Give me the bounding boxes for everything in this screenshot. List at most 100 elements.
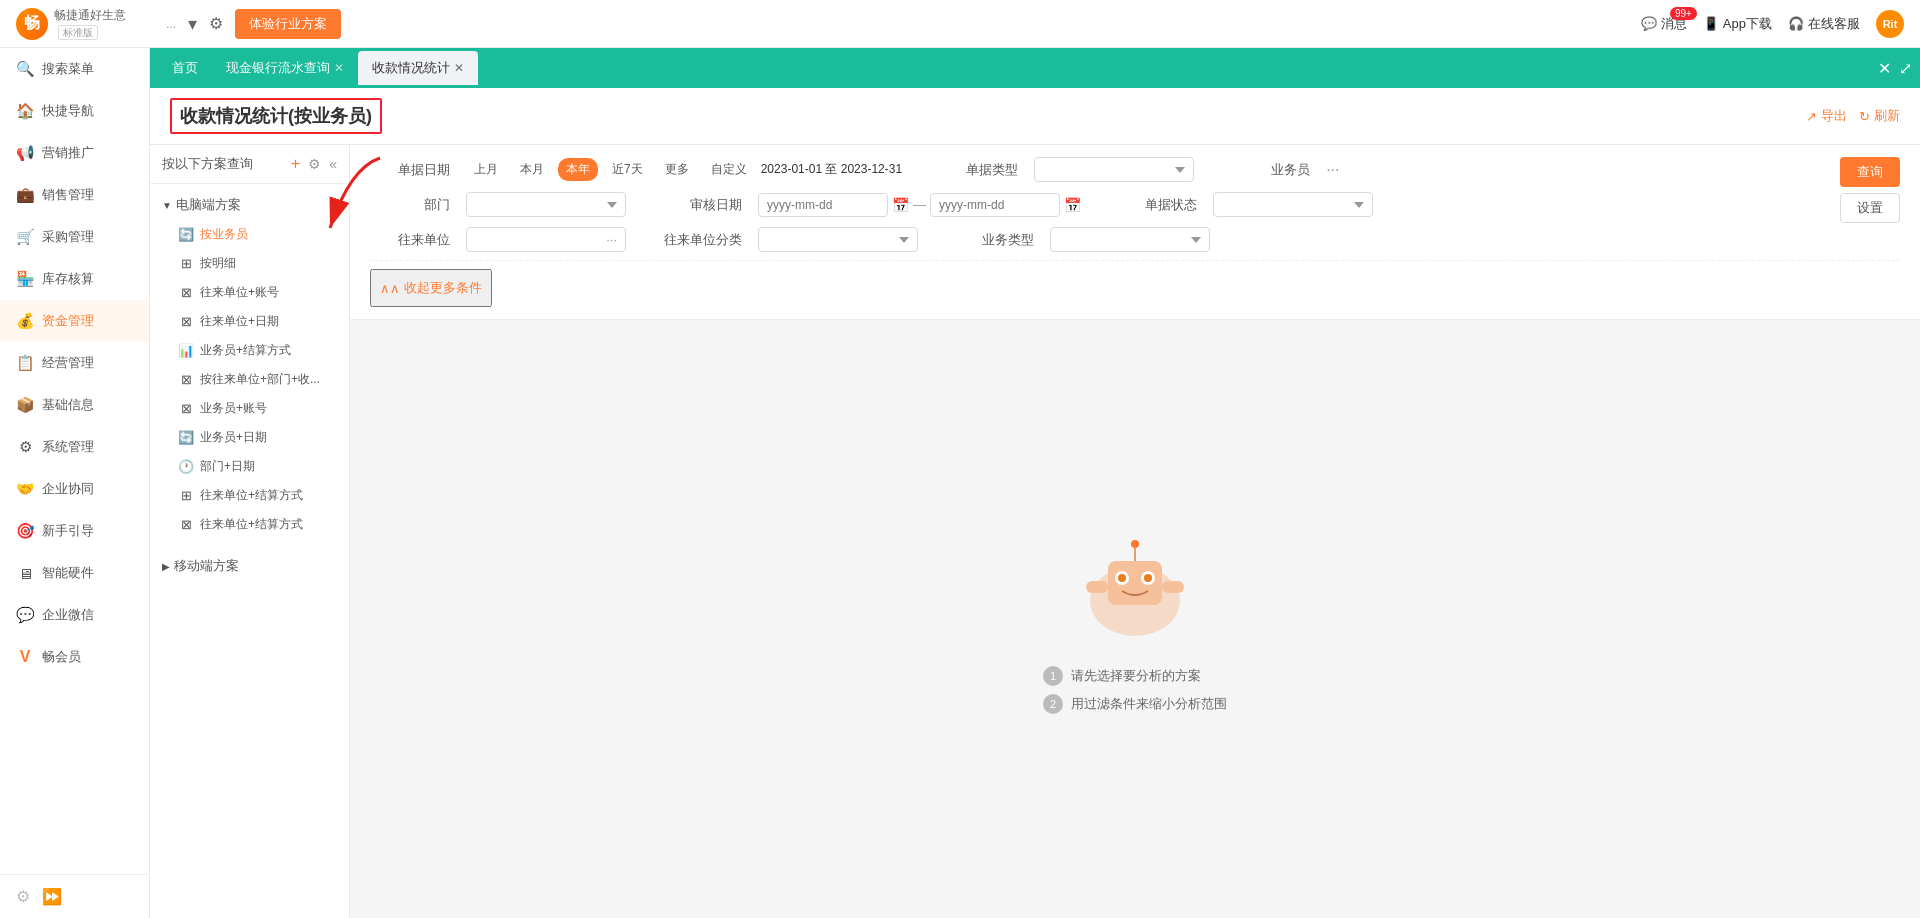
marketing-icon: 📢 [16,144,34,162]
scheme-item-label: 业务员+结算方式 [200,342,291,359]
scheme-icon: 🔄 [178,430,194,446]
header-middle: ... ▾ ⚙ 体验行业方案 [166,9,1641,39]
audit-date-label: 审核日期 [662,196,742,214]
header-dropdown-btn[interactable]: ▾ [188,13,197,35]
app-download-btn[interactable]: 📱 App下载 [1703,15,1772,33]
scheme-item-6[interactable]: ⊠ 业务员+账号 [150,394,349,423]
tab-close-all-btn[interactable]: ✕ [1878,59,1891,78]
filter-settings-btn[interactable]: 设置 [1840,193,1900,223]
counterpart-more-btn[interactable]: ··· [606,232,617,247]
scheme-item-label: 部门+日期 [200,458,255,475]
scheme-item-label: 往来单位+日期 [200,313,279,330]
dept-select[interactable] [466,192,626,217]
scheme-item-1[interactable]: ⊞ 按明细 [150,249,349,278]
sidebar-item-guide[interactable]: 🎯 新手引导 [0,510,149,552]
voucher-type-select[interactable] [1034,157,1194,182]
scheme-item-label: 业务员+账号 [200,400,267,417]
date-btn-this-year[interactable]: 本年 [558,158,598,181]
inventory-icon: 🏪 [16,270,34,288]
sidebar-item-member[interactable]: V 畅会员 [0,636,149,678]
sidebar-item-inventory[interactable]: 🏪 库存核算 [0,258,149,300]
date-btn-7days[interactable]: 近7天 [604,158,651,181]
date-btn-this-month[interactable]: 本月 [512,158,552,181]
tab-home[interactable]: 首页 [158,51,212,85]
sidebar-item-finance[interactable]: 💰 资金管理 [0,300,149,342]
scheme-settings-btn[interactable]: ⚙ [308,156,321,172]
biz-type-select[interactable] [1050,227,1210,252]
svg-point-5 [1144,574,1152,582]
panel-collapse-btn[interactable]: « [329,156,337,172]
scheme-item-2[interactable]: ⊠ 往来单位+账号 [150,278,349,307]
export-btn[interactable]: ↗ 导出 [1806,107,1847,125]
voucher-status-select[interactable] [1213,192,1373,217]
voucher-status-label: 单据状态 [1117,196,1197,214]
counterpart-category-select[interactable] [758,227,918,252]
sidebar-item-sales[interactable]: 💼 销售管理 [0,174,149,216]
scheme-item-7[interactable]: 🔄 业务员+日期 [150,423,349,452]
sidebar-item-enterprise[interactable]: 🤝 企业协同 [0,468,149,510]
scheme-item-8[interactable]: 🕐 部门+日期 [150,452,349,481]
scheme-item-5[interactable]: ⊠ 按往来单位+部门+收... [150,365,349,394]
tab-fullscreen-btn[interactable]: ⤢ [1899,59,1912,78]
sidebar-item-system[interactable]: ⚙ 系统管理 [0,426,149,468]
scheme-icon: 🔄 [178,227,194,243]
date-label: 单据日期 [370,161,450,179]
step-text-1: 请先选择要分析的方案 [1071,667,1201,685]
audit-date-from[interactable] [758,193,888,217]
date-btn-last-month[interactable]: 上月 [466,158,506,181]
guide-icon: 🎯 [16,522,34,540]
date-range-text: 2023-01-01 至 2023-12-31 [761,161,902,178]
scheme-item-0[interactable]: 🔄 按业务员 [150,220,349,249]
calendar-icon-from[interactable]: 📅 [892,197,909,213]
scheme-icon: ⊠ [178,401,194,417]
sidebar-item-operations[interactable]: 📋 经营管理 [0,342,149,384]
date-btn-more[interactable]: 更多 [657,158,697,181]
mobile-scheme-title[interactable]: ▶ 移动端方案 [150,551,349,581]
service-icon: 🎧 [1788,16,1804,31]
audit-date-to[interactable] [930,193,1060,217]
sidebar-bottom: ⚙ ⏩ [0,874,149,918]
empty-illustration [1070,516,1200,646]
sidebar-item-label: 库存核算 [42,270,94,288]
tab-close-receipt[interactable]: ✕ [454,61,464,75]
sidebar-item-purchase[interactable]: 🛒 采购管理 [0,216,149,258]
desktop-scheme-title[interactable]: ▼ 电脑端方案 [150,190,349,220]
query-btn[interactable]: 查询 [1840,157,1900,187]
sidebar-item-wechat[interactable]: 💬 企业微信 [0,594,149,636]
notification-btn[interactable]: 💬 消息 99+ [1641,15,1687,33]
collapse-conditions-btn[interactable]: ∧∧ 收起更多条件 [370,269,492,307]
salesperson-more-btn[interactable]: ··· [1326,161,1339,179]
customer-service-btn[interactable]: 🎧 在线客服 [1788,15,1860,33]
action-buttons: 查询 设置 [1840,157,1900,223]
date-btn-custom[interactable]: 自定义 [703,158,755,181]
expand-arrow: ▼ [162,200,172,211]
sidebar-item-hardware[interactable]: 🖥 智能硬件 [0,552,149,594]
top-header: 畅 畅捷通好生意 标准版 ... ▾ ⚙ 体验行业方案 💬 消息 99+ 📱 A… [0,0,1920,48]
sidebar-item-basics[interactable]: 📦 基础信息 [0,384,149,426]
calendar-icon-to[interactable]: 📅 [1064,197,1081,213]
scheme-item-3[interactable]: ⊠ 往来单位+日期 [150,307,349,336]
header-settings-btn[interactable]: ⚙ [209,14,223,33]
sidebar-item-label: 经营管理 [42,354,94,372]
scheme-item-10[interactable]: ⊠ 往来单位+结算方式 [150,510,349,539]
sidebar-settings-btn[interactable]: ⚙ [16,887,30,906]
right-panel: 单据日期 上月 本月 本年 近7天 更多 自定义 2023-01-01 至 20… [350,145,1920,918]
desktop-scheme-group: ▼ 电脑端方案 🔄 按业务员 ⊞ 按明细 ⊠ 往来单位+账号 [150,184,349,545]
sidebar-item-search[interactable]: 🔍 搜索菜单 [0,48,149,90]
export-icon: ↗ [1806,109,1817,124]
sidebar-item-navigation[interactable]: 🏠 快捷导航 [0,90,149,132]
sidebar-item-label: 系统管理 [42,438,94,456]
tab-bank-flow[interactable]: 现金银行流水查询 ✕ [212,51,358,85]
refresh-btn[interactable]: ↻ 刷新 [1859,107,1900,125]
sidebar-collapse-btn[interactable]: ⏩ [42,887,62,906]
tab-receipt-stats[interactable]: 收款情况统计 ✕ [358,51,478,85]
tab-close-bank[interactable]: ✕ [334,61,344,75]
sidebar-item-label: 基础信息 [42,396,94,414]
trial-btn[interactable]: 体验行业方案 [235,9,341,39]
scheme-item-9[interactable]: ⊞ 往来单位+结算方式 [150,481,349,510]
add-scheme-btn[interactable]: + [291,155,300,173]
left-panel: 按以下方案查询 + ⚙ « ▼ 电脑端方案 🔄 按业务员 ⊞ [150,145,350,918]
user-avatar[interactable]: Rit [1876,10,1904,38]
scheme-item-4[interactable]: 📊 业务员+结算方式 [150,336,349,365]
sidebar-item-marketing[interactable]: 📢 营销推广 [0,132,149,174]
